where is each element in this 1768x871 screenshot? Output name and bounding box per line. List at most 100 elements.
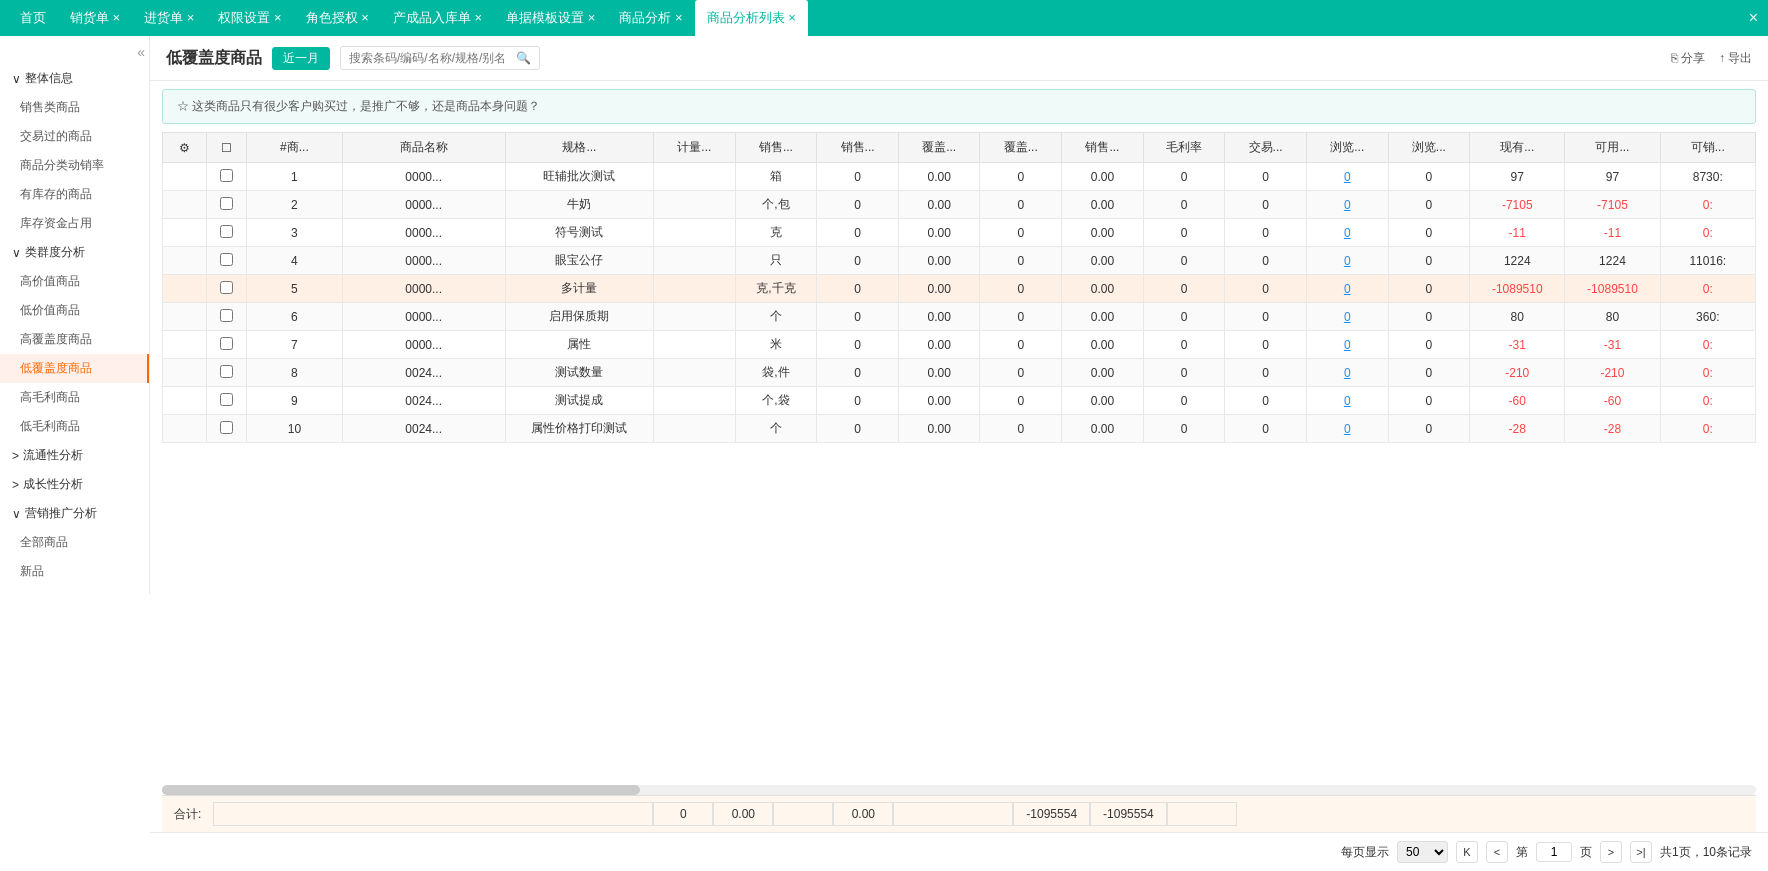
browse-link[interactable]: 0 (1344, 310, 1351, 324)
sidebar-item-库存资金占用[interactable]: 库存资金占用 (0, 209, 149, 238)
search-input[interactable] (349, 51, 512, 65)
col-header-2[interactable]: #商... (247, 133, 342, 163)
browse-link[interactable]: 0 (1344, 198, 1351, 212)
col-header-3[interactable]: 商品名称 (342, 133, 505, 163)
browse-link[interactable]: 0 (1344, 226, 1351, 240)
nav-item-analysis-list[interactable]: 商品分析列表 × (695, 0, 808, 36)
row-checkbox[interactable] (220, 393, 233, 406)
per-page-select[interactable]: 50 20 100 (1397, 841, 1448, 863)
settings-icon[interactable]: ⚙ (179, 141, 190, 155)
first-page-button[interactable]: K (1456, 841, 1478, 863)
col-header-10[interactable]: 销售... (1062, 133, 1144, 163)
search-icon: 🔍 (516, 51, 531, 65)
col-header-1[interactable]: ☐ (206, 133, 247, 163)
filter-recent-month-button[interactable]: 近一月 (272, 47, 330, 70)
table-cell-13[interactable]: 0 (1306, 191, 1388, 219)
sidebar-section-成长性分析[interactable]: >成长性分析 (0, 470, 149, 499)
sidebar-item-商品分类动销率[interactable]: 商品分类动销率 (0, 151, 149, 180)
table-cell-13[interactable]: 0 (1306, 247, 1388, 275)
col-header-8[interactable]: 覆盖... (898, 133, 980, 163)
table-cell-13[interactable]: 0 (1306, 415, 1388, 443)
table-cell-13[interactable]: 0 (1306, 163, 1388, 191)
table-cell-8: 0.00 (898, 163, 980, 191)
col-header-12[interactable]: 交易... (1225, 133, 1307, 163)
col-header-0[interactable]: ⚙ (163, 133, 207, 163)
browse-link[interactable]: 0 (1344, 394, 1351, 408)
table-row: 70000...属性米00.0000.000000-31-310: (163, 331, 1756, 359)
col-header-5[interactable]: 计量... (654, 133, 736, 163)
prev-page-button[interactable]: < (1486, 841, 1508, 863)
browse-link[interactable]: 0 (1344, 254, 1351, 268)
data-table-wrapper[interactable]: ⚙☐#商...商品名称规格...计量...销售...销售...覆盖...覆盖..… (162, 132, 1756, 785)
browse-link[interactable]: 0 (1344, 422, 1351, 436)
chevron-icon: > (12, 449, 19, 463)
browse-link[interactable]: 0 (1344, 366, 1351, 380)
row-checkbox[interactable] (220, 421, 233, 434)
table-cell-15: -11 (1470, 219, 1565, 247)
browse-link[interactable]: 0 (1344, 338, 1351, 352)
col-header-4[interactable]: 规格... (505, 133, 653, 163)
nav-item-role[interactable]: 角色授权 × (294, 0, 381, 36)
row-checkbox[interactable] (220, 309, 233, 322)
sidebar-section-整体信息[interactable]: ∨整体信息 (0, 64, 149, 93)
row-checkbox[interactable] (220, 253, 233, 266)
nav-item-analysis[interactable]: 商品分析 × (607, 0, 694, 36)
next-page-button[interactable]: > (1600, 841, 1622, 863)
table-cell-13[interactable]: 0 (1306, 219, 1388, 247)
table-cell-8: 0.00 (898, 247, 980, 275)
sidebar-item-全部商品[interactable]: 全部商品 (0, 528, 149, 557)
table-cell-13[interactable]: 0 (1306, 359, 1388, 387)
nav-item-template[interactable]: 单据模板设置 × (494, 0, 607, 36)
table-cell-17: 360: (1660, 303, 1755, 331)
table-cell-13[interactable]: 0 (1306, 275, 1388, 303)
sidebar-section-类群度分析[interactable]: ∨类群度分析 (0, 238, 149, 267)
nav-item-home[interactable]: 首页 (8, 0, 58, 36)
col-header-14[interactable]: 浏览... (1388, 133, 1470, 163)
sidebar-section-营销推广分析[interactable]: ∨营销推广分析 (0, 499, 149, 528)
col-header-11[interactable]: 毛利率 (1143, 133, 1225, 163)
horizontal-scrollbar[interactable] (162, 785, 1756, 795)
nav-item-purchase[interactable]: 进货单 × (132, 0, 206, 36)
nav-item-permission[interactable]: 权限设置 × (206, 0, 293, 36)
row-checkbox[interactable] (220, 169, 233, 182)
nav-item-inbound[interactable]: 产成品入库单 × (381, 0, 494, 36)
col-header-7[interactable]: 销售... (817, 133, 899, 163)
close-window-button[interactable]: × (1749, 9, 1758, 27)
row-checkbox[interactable] (220, 197, 233, 210)
row-checkbox[interactable] (220, 281, 233, 294)
table-cell-13[interactable]: 0 (1306, 387, 1388, 415)
row-checkbox[interactable] (220, 337, 233, 350)
sidebar-item-销售类商品[interactable]: 销售类商品 (0, 93, 149, 122)
col-header-13[interactable]: 浏览... (1306, 133, 1388, 163)
sidebar-item-新品[interactable]: 新品 (0, 557, 149, 586)
browse-link[interactable]: 0 (1344, 170, 1351, 184)
sidebar-collapse-button[interactable]: « (137, 44, 145, 60)
sidebar-item-高覆盖度商品[interactable]: 高覆盖度商品 (0, 325, 149, 354)
sidebar-item-有库存的商品[interactable]: 有库存的商品 (0, 180, 149, 209)
sidebar-item-低毛利商品[interactable]: 低毛利商品 (0, 412, 149, 441)
table-cell-13[interactable]: 0 (1306, 303, 1388, 331)
col-header-15[interactable]: 现有... (1470, 133, 1565, 163)
sidebar-item-低覆盖度商品[interactable]: 低覆盖度商品 (0, 354, 149, 383)
export-button[interactable]: ↑ 导出 (1719, 50, 1752, 67)
page-number-input[interactable] (1536, 842, 1572, 862)
table-cell-16: -11 (1565, 219, 1660, 247)
col-header-9[interactable]: 覆盖... (980, 133, 1062, 163)
share-button[interactable]: ⎘ 分享 (1671, 50, 1705, 67)
row-checkbox[interactable] (220, 365, 233, 378)
sidebar-item-交易过的商品[interactable]: 交易过的商品 (0, 122, 149, 151)
table-cell-11: 0 (1143, 415, 1225, 443)
last-page-button[interactable]: >| (1630, 841, 1652, 863)
sidebar-item-低价值商品[interactable]: 低价值商品 (0, 296, 149, 325)
col-header-17[interactable]: 可销... (1660, 133, 1755, 163)
browse-link[interactable]: 0 (1344, 282, 1351, 296)
sidebar-item-高毛利商品[interactable]: 高毛利商品 (0, 383, 149, 412)
nav-item-sales[interactable]: 销货单 × (58, 0, 132, 36)
scrollbar-thumb[interactable] (162, 785, 640, 795)
col-header-16[interactable]: 可用... (1565, 133, 1660, 163)
table-cell-13[interactable]: 0 (1306, 331, 1388, 359)
sidebar-section-流通性分析[interactable]: >流通性分析 (0, 441, 149, 470)
sidebar-item-高价值商品[interactable]: 高价值商品 (0, 267, 149, 296)
col-header-6[interactable]: 销售... (735, 133, 817, 163)
row-checkbox[interactable] (220, 225, 233, 238)
